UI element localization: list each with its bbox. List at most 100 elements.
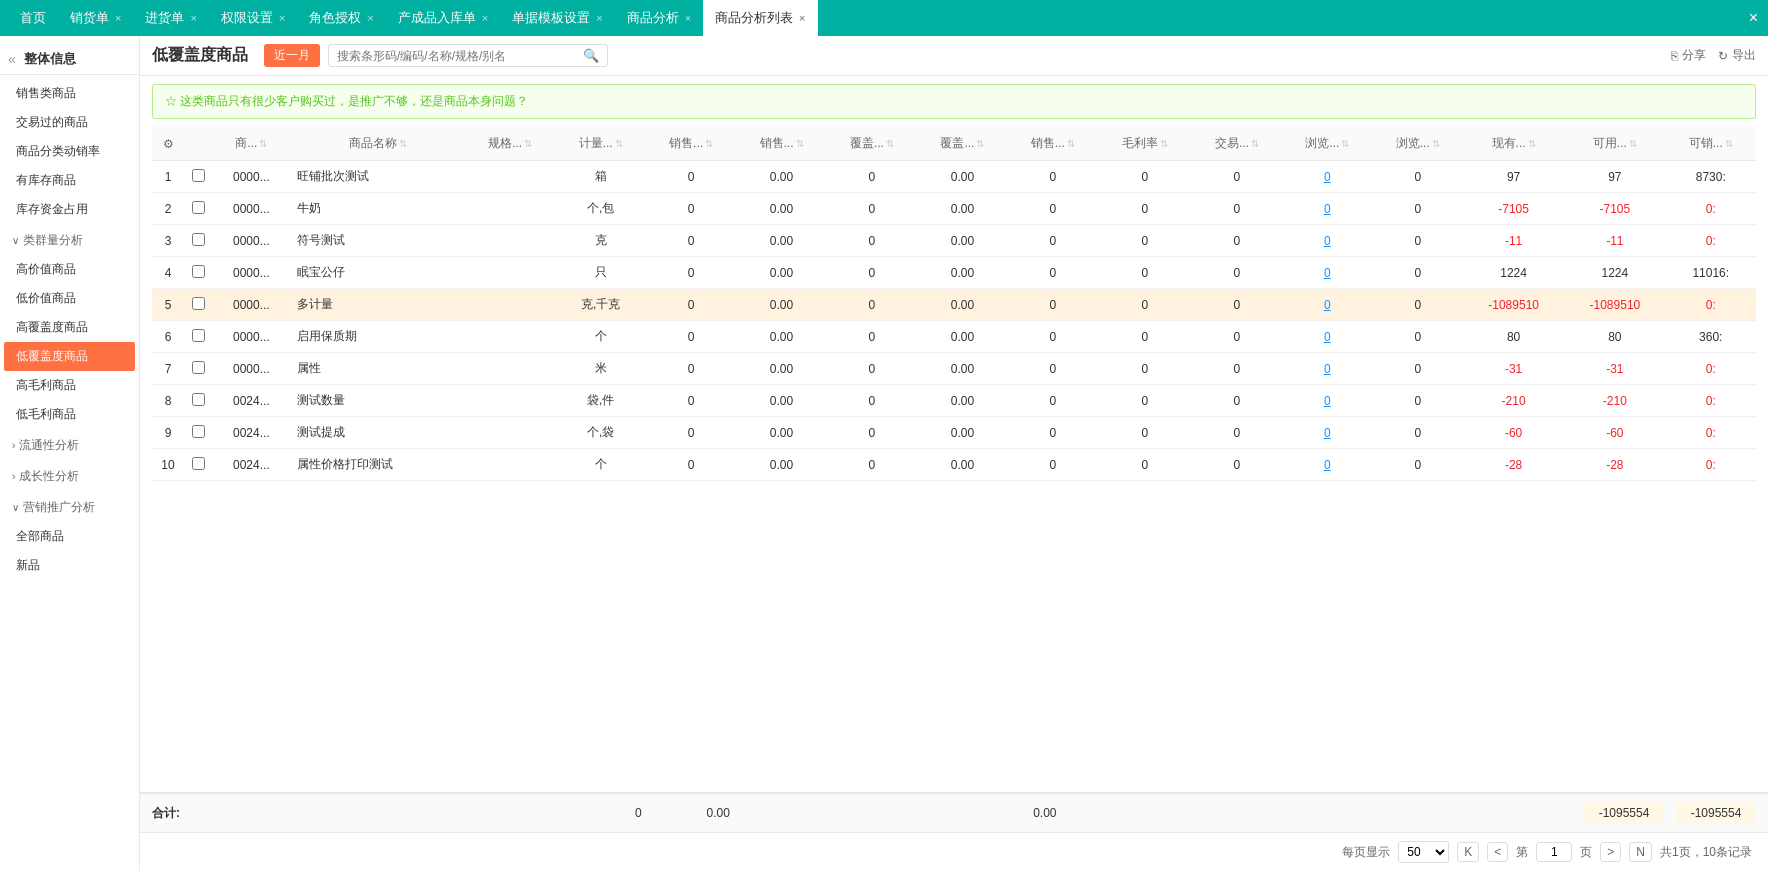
nav-product-analysis-list[interactable]: 商品分析列表 × bbox=[703, 0, 817, 36]
sidebar-item-traded-products[interactable]: 交易过的商品 bbox=[0, 108, 139, 137]
td-browse1[interactable]: 0 bbox=[1282, 353, 1372, 385]
nav-template[interactable]: 单据模板设置 × bbox=[500, 0, 614, 36]
td-browse1[interactable]: 0 bbox=[1282, 193, 1372, 225]
th-sales-amt[interactable]: 销售...⇅ bbox=[736, 127, 826, 161]
first-page-button[interactable]: K bbox=[1457, 842, 1479, 862]
sidebar-item-high-coverage[interactable]: 高覆盖度商品 bbox=[0, 313, 139, 342]
td-cov2: 0.00 bbox=[917, 321, 1007, 353]
sidebar-group-growth-title[interactable]: › 成长性分析 bbox=[0, 462, 139, 491]
td-sellable: 0: bbox=[1666, 417, 1757, 449]
share-button[interactable]: ⎘ 分享 bbox=[1671, 47, 1706, 64]
nav-close-list[interactable]: × bbox=[799, 12, 805, 24]
td-checkbox[interactable] bbox=[184, 449, 212, 481]
nav-close-product-analysis[interactable]: × bbox=[685, 12, 691, 24]
td-browse1[interactable]: 0 bbox=[1282, 417, 1372, 449]
th-sales-rate[interactable]: 销售...⇅ bbox=[1008, 127, 1098, 161]
sidebar-collapse-button[interactable]: « bbox=[8, 51, 16, 67]
time-filter-button[interactable]: 近一月 bbox=[264, 44, 320, 67]
next-page-button[interactable]: > bbox=[1600, 842, 1621, 862]
search-box[interactable]: 🔍 bbox=[328, 44, 608, 67]
sidebar-item-stock-products[interactable]: 有库存商品 bbox=[0, 166, 139, 195]
td-checkbox[interactable] bbox=[184, 225, 212, 257]
sidebar-item-sales-products[interactable]: 销售类商品 bbox=[0, 79, 139, 108]
sidebar-item-low-coverage[interactable]: 低覆盖度商品 bbox=[4, 342, 135, 371]
td-checkbox[interactable] bbox=[184, 289, 212, 321]
sidebar-item-low-value[interactable]: 低价值商品 bbox=[0, 284, 139, 313]
th-sales-qty[interactable]: 销售...⇅ bbox=[646, 127, 736, 161]
th-sku-code[interactable]: 商...⇅ bbox=[212, 127, 291, 161]
td-browse1[interactable]: 0 bbox=[1282, 257, 1372, 289]
sidebar-item-high-margin[interactable]: 高毛利商品 bbox=[0, 371, 139, 400]
th-available-qty[interactable]: 可用...⇅ bbox=[1564, 127, 1665, 161]
td-checkbox[interactable] bbox=[184, 193, 212, 225]
th-sellable[interactable]: 可销...⇅ bbox=[1666, 127, 1757, 161]
td-checkbox[interactable] bbox=[184, 417, 212, 449]
td-browse1[interactable]: 0 bbox=[1282, 449, 1372, 481]
nav-home[interactable]: 首页 bbox=[8, 0, 58, 36]
td-checkbox[interactable] bbox=[184, 161, 212, 193]
nav-product-analysis[interactable]: 商品分析 × bbox=[615, 0, 703, 36]
th-settings[interactable]: ⚙ bbox=[152, 127, 184, 161]
window-close-button[interactable]: × bbox=[1749, 9, 1758, 27]
th-coverage2[interactable]: 覆盖...⇅ bbox=[917, 127, 1007, 161]
sidebar-item-high-value[interactable]: 高价值商品 bbox=[0, 255, 139, 284]
td-name: 属性 bbox=[291, 353, 465, 385]
sidebar-item-category-rate[interactable]: 商品分类动销率 bbox=[0, 137, 139, 166]
sidebar-item-all-products[interactable]: 全部商品 bbox=[0, 522, 139, 551]
td-browse1[interactable]: 0 bbox=[1282, 161, 1372, 193]
sidebar-item-capital[interactable]: 库存资金占用 bbox=[0, 195, 139, 224]
sidebar-item-new-products[interactable]: 新品 bbox=[0, 551, 139, 580]
last-page-button[interactable]: N bbox=[1629, 842, 1652, 862]
nav-sales-order[interactable]: 销货单 × bbox=[58, 0, 133, 36]
nav-role-auth[interactable]: 角色授权 × bbox=[297, 0, 385, 36]
td-sales-qty: 0 bbox=[646, 289, 736, 321]
td-trade: 0 bbox=[1192, 161, 1282, 193]
td-checkbox[interactable] bbox=[184, 385, 212, 417]
td-sales-r: 0 bbox=[1008, 353, 1098, 385]
page-number-input[interactable] bbox=[1536, 842, 1572, 862]
td-checkbox[interactable] bbox=[184, 321, 212, 353]
footer-sales-qty-total: 0 bbox=[608, 806, 668, 820]
nav-close-template[interactable]: × bbox=[596, 12, 602, 24]
sidebar-group-cluster-title[interactable]: ∨ 类群量分析 bbox=[0, 226, 139, 255]
td-browse1[interactable]: 0 bbox=[1282, 289, 1372, 321]
th-current-qty[interactable]: 现有...⇅ bbox=[1463, 127, 1564, 161]
th-gross-rate[interactable]: 毛利率⇅ bbox=[1098, 127, 1192, 161]
export-button[interactable]: ↻ 导出 bbox=[1718, 47, 1756, 64]
td-browse1[interactable]: 0 bbox=[1282, 385, 1372, 417]
prev-page-button[interactable]: < bbox=[1487, 842, 1508, 862]
td-browse1[interactable]: 0 bbox=[1282, 225, 1372, 257]
page-unit: 页 bbox=[1580, 844, 1592, 861]
th-name[interactable]: 商品名称⇅ bbox=[291, 127, 465, 161]
nav-close-sales[interactable]: × bbox=[115, 12, 121, 24]
nav-production[interactable]: 产成品入库单 × bbox=[386, 0, 500, 36]
td-checkbox[interactable] bbox=[184, 257, 212, 289]
nav-permissions[interactable]: 权限设置 × bbox=[209, 0, 297, 36]
th-browse2[interactable]: 浏览...⇅ bbox=[1373, 127, 1463, 161]
th-trade[interactable]: 交易...⇅ bbox=[1192, 127, 1282, 161]
nav-close-purchase[interactable]: × bbox=[190, 12, 196, 24]
nav-close-role[interactable]: × bbox=[367, 12, 373, 24]
td-spec bbox=[465, 353, 555, 385]
th-unit[interactable]: 计量...⇅ bbox=[555, 127, 645, 161]
td-sales-qty: 0 bbox=[646, 353, 736, 385]
table-row: 1 0000... 旺铺批次测试 箱 0 0.00 0 0.00 0 0 0 0… bbox=[152, 161, 1756, 193]
table-row: 6 0000... 启用保质期 个 0 0.00 0 0.00 0 0 0 0 … bbox=[152, 321, 1756, 353]
nav-close-production[interactable]: × bbox=[482, 12, 488, 24]
td-checkbox[interactable] bbox=[184, 353, 212, 385]
th-spec[interactable]: 规格...⇅ bbox=[465, 127, 555, 161]
search-input[interactable] bbox=[337, 49, 583, 63]
td-sales-r: 0 bbox=[1008, 289, 1098, 321]
table-footer: 合计: 0 0.00 0.00 -1095554 -1095554 bbox=[140, 792, 1768, 832]
sidebar-group-circulation-title[interactable]: › 流通性分析 bbox=[0, 431, 139, 460]
td-sellable: 11016: bbox=[1666, 257, 1757, 289]
th-coverage1[interactable]: 覆盖...⇅ bbox=[827, 127, 917, 161]
td-browse1[interactable]: 0 bbox=[1282, 321, 1372, 353]
sidebar-group-marketing-title[interactable]: ∨ 营销推广分析 bbox=[0, 493, 139, 522]
page-size-select[interactable]: 50 20 100 bbox=[1398, 841, 1449, 863]
th-browse1[interactable]: 浏览...⇅ bbox=[1282, 127, 1372, 161]
nav-purchase[interactable]: 进货单 × bbox=[133, 0, 208, 36]
td-cov2: 0.00 bbox=[917, 289, 1007, 321]
nav-close-permissions[interactable]: × bbox=[279, 12, 285, 24]
sidebar-item-low-margin[interactable]: 低毛利商品 bbox=[0, 400, 139, 429]
